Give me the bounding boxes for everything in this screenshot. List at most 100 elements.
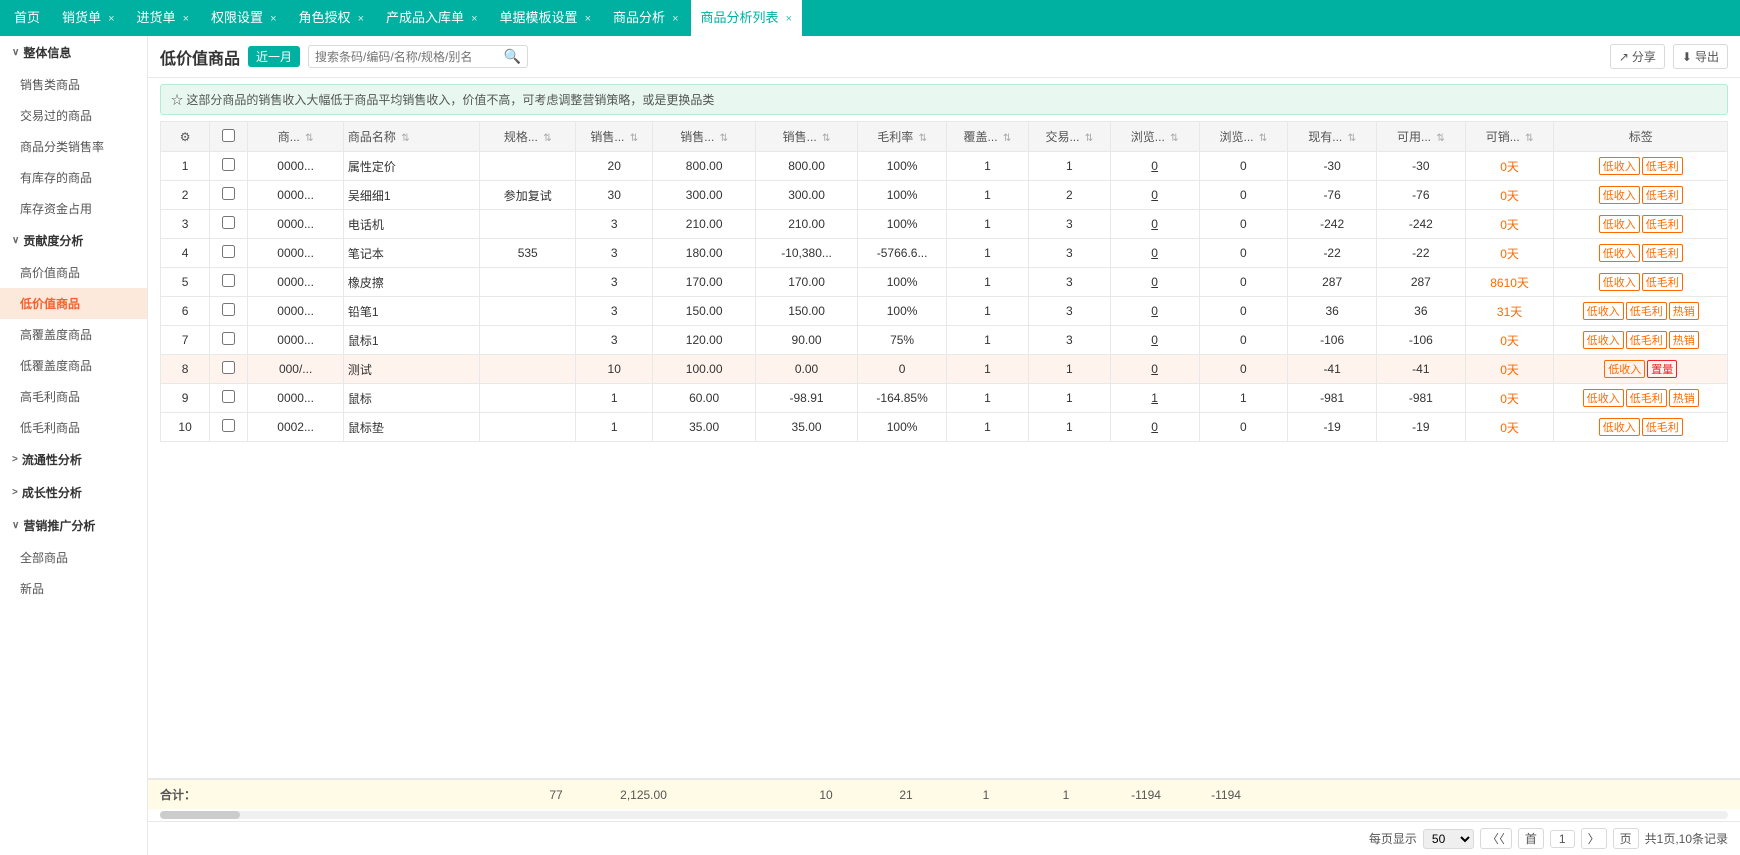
row-checkbox-cell[interactable]: [210, 326, 248, 355]
row-checkbox[interactable]: [222, 332, 235, 345]
col-header-sale-amt[interactable]: 销售... ⇅: [653, 122, 755, 152]
col-header-view2[interactable]: 浏览... ⇅: [1199, 122, 1288, 152]
sidebar-item-高毛利商品[interactable]: 高毛利商品: [0, 381, 147, 412]
row-view1[interactable]: 0: [1110, 413, 1199, 442]
sidebar-group-成长性分析[interactable]: >成长性分析: [0, 476, 147, 509]
nav-close-icon[interactable]: ×: [180, 13, 189, 25]
row-checkbox-cell[interactable]: [210, 210, 248, 239]
row-view1[interactable]: 0: [1110, 239, 1199, 268]
sidebar-item-库存资金占用[interactable]: 库存资金占用: [0, 193, 147, 224]
settings-icon[interactable]: ⚙: [180, 130, 191, 144]
view1-value[interactable]: 0: [1151, 420, 1158, 434]
sidebar-item-交易过的商品[interactable]: 交易过的商品: [0, 100, 147, 131]
view1-value[interactable]: 0: [1151, 362, 1158, 376]
nav-close-icon[interactable]: ×: [783, 13, 792, 25]
row-view1[interactable]: 0: [1110, 268, 1199, 297]
col-header-avail[interactable]: 可用... ⇅: [1376, 122, 1465, 152]
row-view1[interactable]: 0: [1110, 355, 1199, 384]
last-page-button[interactable]: 页: [1613, 828, 1639, 849]
select-all-checkbox[interactable]: [222, 129, 235, 142]
nav-close-icon[interactable]: ×: [105, 13, 114, 25]
row-checkbox-cell[interactable]: [210, 239, 248, 268]
next-page-button[interactable]: 〉: [1581, 828, 1607, 849]
horizontal-scrollbar[interactable]: [160, 811, 1728, 819]
sidebar-item-低毛利商品[interactable]: 低毛利商品: [0, 412, 147, 443]
row-checkbox[interactable]: [222, 274, 235, 287]
col-header-view1[interactable]: 浏览... ⇅: [1110, 122, 1199, 152]
sidebar-item-低价值商品[interactable]: 低价值商品: [0, 288, 147, 319]
sidebar-item-商品分类销售率[interactable]: 商品分类销售率: [0, 131, 147, 162]
nav-close-icon[interactable]: ×: [669, 13, 678, 25]
search-icon[interactable]: 🔍: [504, 48, 521, 65]
row-view1[interactable]: 0: [1110, 181, 1199, 210]
sidebar-item-销售类商品[interactable]: 销售类商品: [0, 69, 147, 100]
sidebar-item-低覆盖度商品[interactable]: 低覆盖度商品: [0, 350, 147, 381]
row-checkbox[interactable]: [222, 245, 235, 258]
row-checkbox-cell[interactable]: [210, 297, 248, 326]
view1-value[interactable]: 0: [1151, 159, 1158, 173]
row-checkbox[interactable]: [222, 361, 235, 374]
nav-item-产成品入库单[interactable]: 产成品入库单 ×: [376, 0, 488, 36]
nav-item-进货单[interactable]: 进货单 ×: [127, 0, 200, 36]
view1-value[interactable]: 0: [1151, 304, 1158, 318]
row-checkbox-cell[interactable]: [210, 413, 248, 442]
col-header-code[interactable]: 商... ⇅: [248, 122, 344, 152]
search-input[interactable]: [315, 50, 500, 64]
row-view1[interactable]: 0: [1110, 210, 1199, 239]
nav-close-icon[interactable]: ×: [355, 13, 364, 25]
col-header-trade[interactable]: 交易... ⇅: [1028, 122, 1110, 152]
col-header-sellable[interactable]: 可销... ⇅: [1465, 122, 1554, 152]
row-view1[interactable]: 1: [1110, 384, 1199, 413]
row-checkbox-cell[interactable]: [210, 181, 248, 210]
col-header-sale-cost[interactable]: 销售... ⇅: [755, 122, 857, 152]
row-checkbox-cell[interactable]: [210, 152, 248, 181]
row-checkbox[interactable]: [222, 187, 235, 200]
col-header-check[interactable]: [210, 122, 248, 152]
view1-value[interactable]: 0: [1151, 333, 1158, 347]
table-container[interactable]: ⚙ 商... ⇅ 商品名称 ⇅ 规格... ⇅ 销售... ⇅ 销售... ⇅ …: [148, 121, 1740, 778]
row-checkbox[interactable]: [222, 303, 235, 316]
row-checkbox-cell[interactable]: [210, 384, 248, 413]
col-header-coverage[interactable]: 覆盖... ⇅: [946, 122, 1028, 152]
sidebar-item-全部商品[interactable]: 全部商品: [0, 542, 147, 573]
row-checkbox-cell[interactable]: [210, 268, 248, 297]
nav-close-icon[interactable]: ×: [468, 13, 477, 25]
nav-item-角色授权[interactable]: 角色授权 ×: [289, 0, 375, 36]
col-header-name[interactable]: 商品名称 ⇅: [343, 122, 480, 152]
sidebar-item-有库存的商品[interactable]: 有库存的商品: [0, 162, 147, 193]
view1-value[interactable]: 0: [1151, 275, 1158, 289]
row-view1[interactable]: 0: [1110, 152, 1199, 181]
col-header-sale-qty[interactable]: 销售... ⇅: [576, 122, 653, 152]
nav-item-商品分析[interactable]: 商品分析 ×: [603, 0, 689, 36]
row-checkbox[interactable]: [222, 419, 235, 432]
row-checkbox[interactable]: [222, 390, 235, 403]
col-header-stock[interactable]: 现有... ⇅: [1288, 122, 1377, 152]
nav-item-权限设置[interactable]: 权限设置 ×: [201, 0, 287, 36]
view1-value[interactable]: 1: [1151, 391, 1158, 405]
export-button[interactable]: ⬇ 导出: [1673, 44, 1728, 69]
row-view1[interactable]: 0: [1110, 297, 1199, 326]
col-header-margin[interactable]: 毛利率 ⇅: [858, 122, 947, 152]
col-header-spec[interactable]: 规格... ⇅: [480, 122, 576, 152]
nav-item-首页[interactable]: 首页: [4, 0, 50, 36]
col-header-settings[interactable]: ⚙: [161, 122, 210, 152]
nav-item-单据模板设置[interactable]: 单据模板设置 ×: [490, 0, 602, 36]
sidebar-item-新品[interactable]: 新品: [0, 573, 147, 604]
sidebar-group-营销推广分析[interactable]: ∨营销推广分析: [0, 509, 147, 542]
scrollbar-thumb[interactable]: [160, 811, 240, 819]
nav-close-icon[interactable]: ×: [582, 13, 591, 25]
row-checkbox-cell[interactable]: [210, 355, 248, 384]
row-view1[interactable]: 0: [1110, 326, 1199, 355]
row-checkbox[interactable]: [222, 216, 235, 229]
nav-item-商品分析列表[interactable]: 商品分析列表 ×: [691, 0, 803, 36]
sidebar-group-贡献度分析[interactable]: ∨贡献度分析: [0, 224, 147, 257]
prev-page-button[interactable]: 首: [1518, 828, 1544, 849]
nav-item-销货单[interactable]: 销货单 ×: [52, 0, 125, 36]
sidebar-group-整体信息[interactable]: ∨整体信息: [0, 36, 147, 69]
sidebar-group-流通性分析[interactable]: >流通性分析: [0, 443, 147, 476]
view1-value[interactable]: 0: [1151, 246, 1158, 260]
first-page-button[interactable]: 〈〈: [1480, 828, 1512, 849]
per-page-select[interactable]: 50 100: [1423, 829, 1474, 849]
row-checkbox[interactable]: [222, 158, 235, 171]
share-button[interactable]: ↗ 分享: [1610, 44, 1665, 69]
